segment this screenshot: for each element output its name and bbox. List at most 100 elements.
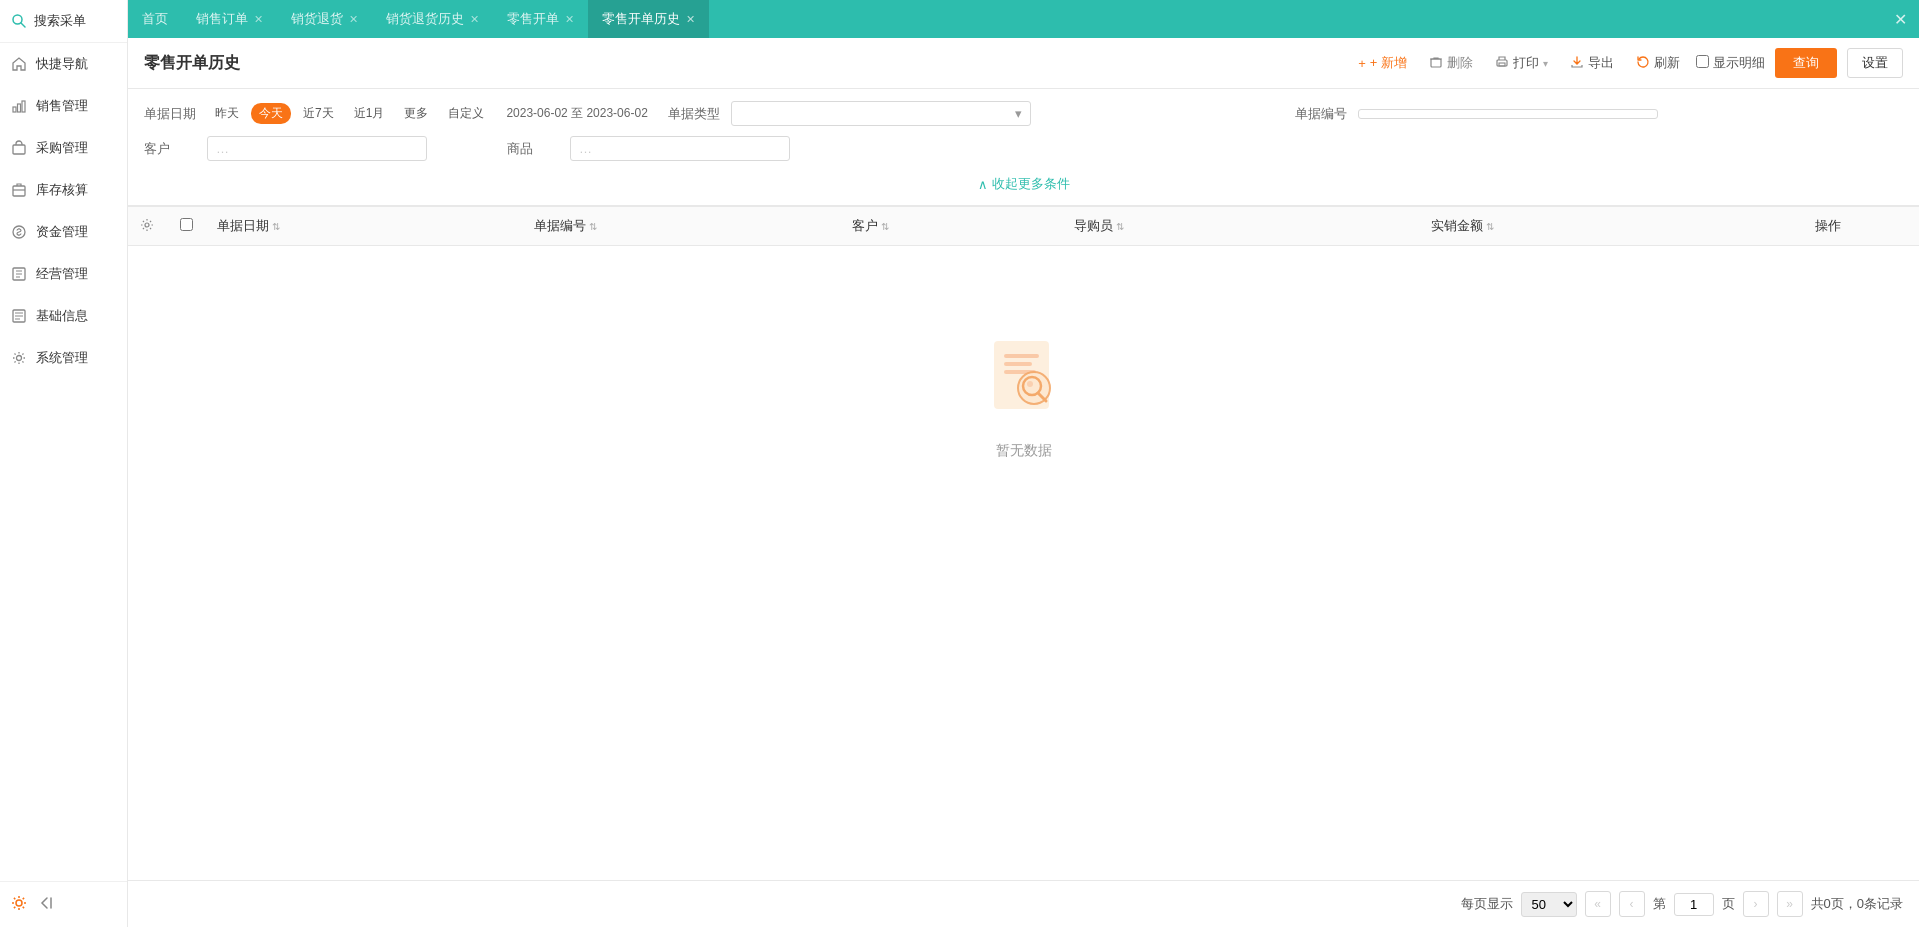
svg-point-16 (145, 223, 149, 227)
date-btn-today[interactable]: 今天 (251, 103, 291, 124)
svg-rect-2 (13, 107, 16, 112)
page-number-input[interactable] (1674, 893, 1714, 916)
th-order-no[interactable]: 单据编号 ⇅ (522, 207, 839, 246)
display-toggle[interactable]: 显示明细 (1696, 54, 1765, 72)
svg-rect-4 (22, 101, 25, 112)
svg-rect-5 (13, 145, 25, 154)
date-btn-more[interactable]: 更多 (396, 103, 436, 124)
th-customer[interactable]: 客户 ⇅ (840, 207, 1062, 246)
export-button[interactable]: 导出 (1564, 50, 1620, 76)
order-no-input[interactable] (1358, 109, 1658, 119)
last-page-button[interactable]: » (1777, 891, 1803, 917)
type-select[interactable]: ▾ (731, 101, 1031, 126)
search-icon (10, 12, 28, 30)
tab-home-label: 首页 (142, 10, 168, 28)
sidebar-item-sys-mgmt[interactable]: 系统管理 (0, 337, 127, 379)
sidebar-item-purchase-mgmt[interactable]: 采购管理 (0, 127, 127, 169)
add-icon: + (1358, 56, 1366, 71)
tab-sales-return-label: 销货退货 (291, 10, 343, 28)
sidebar-item-inventory[interactable]: 库存核算 (0, 169, 127, 211)
next-page-button[interactable]: › (1743, 891, 1769, 917)
sidebar: 搜索采单 快捷导航 销售管理 采购管理 (0, 0, 128, 927)
sidebar-item-ops-mgmt[interactable]: 经营管理 (0, 253, 127, 295)
print-icon (1495, 55, 1509, 72)
date-btn-yesterday[interactable]: 昨天 (207, 103, 247, 124)
collapse-button[interactable]: ∧ 收起更多条件 (978, 175, 1070, 193)
per-page-select[interactable]: 50 10 20 100 (1521, 892, 1577, 917)
tab-retail-open-history[interactable]: 零售开单历史 ✕ (588, 0, 709, 38)
tab-sales-return-history[interactable]: 销货退货历史 ✕ (372, 0, 493, 38)
th-order-no-sort[interactable]: 单据编号 ⇅ (534, 217, 827, 235)
th-actions-label: 操作 (1815, 218, 1841, 233)
sidebar-search[interactable]: 搜索采单 (0, 0, 127, 43)
th-checkbox[interactable] (168, 207, 205, 246)
tab-retail-open-close[interactable]: ✕ (565, 13, 574, 26)
goods-select[interactable]: … (570, 136, 790, 161)
collapse-sidebar-icon[interactable] (36, 894, 54, 915)
tab-sales-return-history-close[interactable]: ✕ (470, 13, 479, 26)
tab-sales-order[interactable]: 销售订单 ✕ (182, 0, 277, 38)
sidebar-item-label: 基础信息 (36, 307, 88, 325)
settings-bottom-icon[interactable] (10, 894, 28, 915)
th-date-label: 单据日期 (217, 217, 269, 235)
print-arrow-icon: ▾ (1543, 58, 1548, 69)
tab-sales-return-close[interactable]: ✕ (349, 13, 358, 26)
query-button[interactable]: 查询 (1775, 48, 1837, 78)
customer-select[interactable]: … (207, 136, 427, 161)
collapse-row: ∧ 收起更多条件 (144, 171, 1903, 193)
chevron-up-icon: ∧ (978, 177, 988, 192)
select-all-checkbox[interactable] (180, 218, 193, 231)
th-amount[interactable]: 实销金额 ⇅ (1419, 207, 1736, 246)
date-btn-custom[interactable]: 自定义 (440, 103, 492, 124)
delete-button[interactable]: 删除 (1423, 50, 1479, 76)
tab-sales-return[interactable]: 销货退货 ✕ (277, 0, 372, 38)
print-button[interactable]: 打印 ▾ (1489, 50, 1554, 76)
th-date[interactable]: 单据日期 ⇅ (205, 207, 522, 246)
th-guide-label: 导购员 (1074, 217, 1113, 235)
sort-icon-customer: ⇅ (881, 221, 889, 232)
tab-retail-open-history-close[interactable]: ✕ (686, 13, 695, 26)
tab-home[interactable]: 首页 (128, 0, 182, 38)
page-area: 零售开单历史 + + 新增 删除 (128, 38, 1919, 927)
delete-label: 删除 (1447, 54, 1473, 72)
order-no-label: 单据编号 (1295, 105, 1350, 123)
th-customer-sort[interactable]: 客户 ⇅ (852, 217, 1050, 235)
sidebar-item-quick-nav[interactable]: 快捷导航 (0, 43, 127, 85)
goods-value: … (579, 141, 592, 156)
date-btn-1month[interactable]: 近1月 (346, 103, 393, 124)
sidebar-item-basic-info[interactable]: 基础信息 (0, 295, 127, 337)
tab-retail-open[interactable]: 零售开单 ✕ (493, 0, 588, 38)
tab-retail-open-label: 零售开单 (507, 10, 559, 28)
th-customer-label: 客户 (852, 217, 878, 235)
th-date-sort[interactable]: 单据日期 ⇅ (217, 217, 510, 235)
th-order-no-label: 单据编号 (534, 217, 586, 235)
tab-sales-return-history-label: 销货退货历史 (386, 10, 464, 28)
prev-page-button[interactable]: ‹ (1619, 891, 1645, 917)
first-page-button[interactable]: « (1585, 891, 1611, 917)
goods-label: 商品 (507, 140, 562, 158)
display-label: 显示明细 (1713, 54, 1765, 72)
sidebar-item-sales-mgmt[interactable]: 销售管理 (0, 85, 127, 127)
info-icon (10, 307, 28, 325)
top-nav: 首页 销售订单 ✕ 销货退货 ✕ 销货退货历史 ✕ 零售开单 ✕ 零售开单历史 … (128, 0, 1919, 38)
search-label: 搜索采单 (34, 12, 86, 30)
window-close-button[interactable]: ✕ (1894, 10, 1907, 29)
refresh-button[interactable]: 刷新 (1630, 50, 1686, 76)
sidebar-item-label: 快捷导航 (36, 55, 88, 73)
svg-rect-19 (1004, 362, 1032, 366)
home-icon (10, 55, 28, 73)
filter-row-2: 客户 … 商品 … (144, 136, 1903, 161)
column-settings-icon[interactable] (140, 220, 154, 235)
th-guide[interactable]: 导购员 ⇅ (1062, 207, 1332, 246)
sidebar-item-finance[interactable]: 资金管理 (0, 211, 127, 253)
th-guide-sort[interactable]: 导购员 ⇅ (1074, 217, 1320, 235)
chart-icon (10, 97, 28, 115)
settings-button[interactable]: 设置 (1847, 48, 1903, 78)
svg-point-11 (16, 900, 22, 906)
th-amount-sort[interactable]: 实销金额 ⇅ (1431, 217, 1724, 235)
add-button[interactable]: + + 新增 (1352, 50, 1413, 76)
filter-row-1: 单据日期 昨天 今天 近7天 近1月 更多 自定义 2023-06-02 至 2… (144, 101, 1903, 126)
display-checkbox[interactable] (1696, 55, 1709, 71)
date-btn-7days[interactable]: 近7天 (295, 103, 342, 124)
tab-sales-order-close[interactable]: ✕ (254, 13, 263, 26)
